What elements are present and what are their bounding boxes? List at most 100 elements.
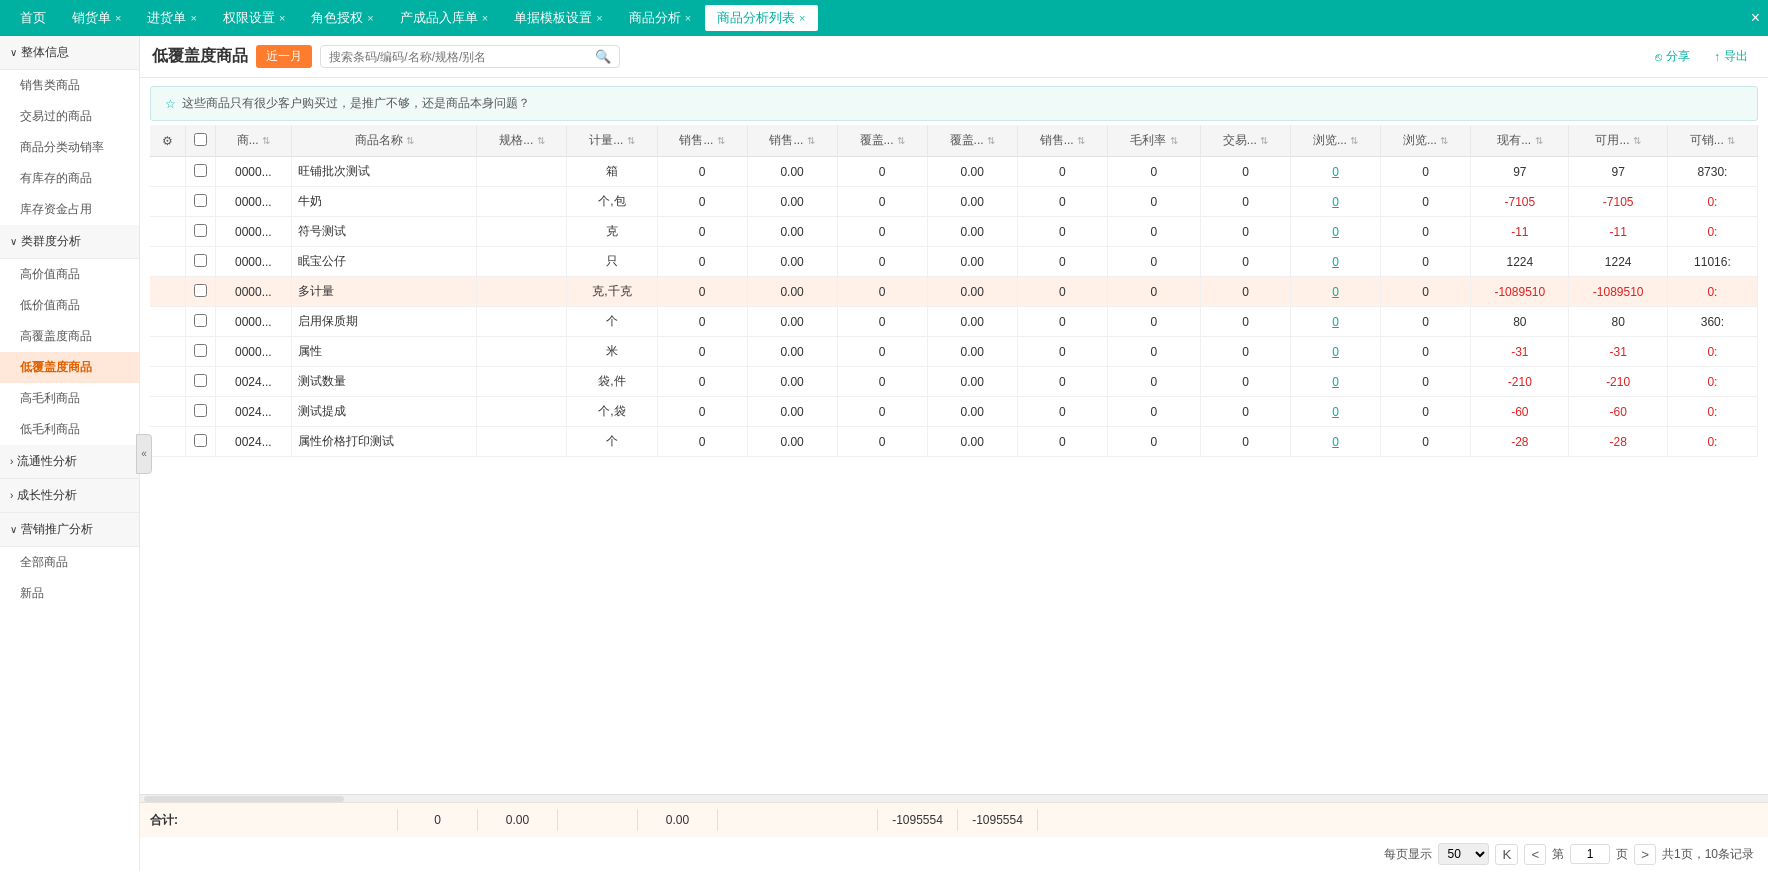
row-browse1[interactable]: 0 — [1291, 367, 1381, 397]
nav-close-sales[interactable]: × — [115, 12, 121, 24]
nav-close-product-storage[interactable]: × — [482, 12, 488, 24]
col-browse1[interactable]: 浏览... ⇅ — [1291, 125, 1381, 157]
row-browse1[interactable]: 0 — [1291, 427, 1381, 457]
row-checkbox[interactable] — [185, 217, 215, 247]
row-check-5[interactable] — [194, 314, 207, 327]
col-browse2[interactable]: 浏览... ⇅ — [1381, 125, 1471, 157]
row-checkbox[interactable] — [185, 427, 215, 457]
row-check-8[interactable] — [194, 404, 207, 417]
row-checkbox[interactable] — [185, 307, 215, 337]
period-button[interactable]: 近一月 — [256, 45, 312, 68]
row-browse1[interactable]: 0 — [1291, 247, 1381, 277]
sidebar-item-in-stock[interactable]: 有库存的商品 — [0, 163, 139, 194]
col-cover1[interactable]: 覆盖... ⇅ — [837, 125, 927, 157]
sidebar-item-sales-products[interactable]: 销售类商品 — [0, 70, 139, 101]
nav-close-analysis[interactable]: × — [685, 12, 691, 24]
col-gross-margin[interactable]: 毛利率 ⇅ — [1107, 125, 1200, 157]
table-container[interactable]: ⚙ 商... ⇅ 商品名称 ⇅ 规格... ⇅ 计量... ⇅ 销售... ⇅ … — [140, 125, 1768, 794]
sidebar-item-low-value[interactable]: 低价值商品 — [0, 290, 139, 321]
nav-sales-order[interactable]: 销货单 × — [60, 5, 133, 31]
row-check-9[interactable] — [194, 434, 207, 447]
row-browse1[interactable]: 0 — [1291, 217, 1381, 247]
sidebar-item-new-products[interactable]: 新品 — [0, 578, 139, 609]
prev-page-button[interactable]: < — [1524, 844, 1546, 865]
row-browse1[interactable]: 0 — [1291, 337, 1381, 367]
col-available[interactable]: 可用... ⇅ — [1569, 125, 1667, 157]
row-check-7[interactable] — [194, 374, 207, 387]
horizontal-scrollbar[interactable] — [140, 794, 1768, 802]
page-number-input[interactable] — [1570, 844, 1610, 864]
row-browse1[interactable]: 0 — [1291, 277, 1381, 307]
nav-purchase-order[interactable]: 进货单 × — [135, 5, 208, 31]
sidebar-item-category-rate[interactable]: 商品分类动销率 — [0, 132, 139, 163]
sidebar-section-liquidity[interactable]: › 流通性分析 — [0, 445, 139, 479]
row-check-0[interactable] — [194, 164, 207, 177]
col-sales-amt[interactable]: 销售... ⇅ — [747, 125, 837, 157]
per-page-select[interactable]: 50 100 200 — [1438, 843, 1489, 865]
col-checkbox[interactable] — [185, 125, 215, 157]
sidebar-section-marketing[interactable]: ∨ 营销推广分析 — [0, 513, 139, 547]
row-check-2[interactable] — [194, 224, 207, 237]
nav-product-storage[interactable]: 产成品入库单 × — [388, 5, 500, 31]
col-transaction[interactable]: 交易... ⇅ — [1200, 125, 1290, 157]
sidebar-item-capital[interactable]: 库存资金占用 — [0, 194, 139, 225]
nav-product-analysis[interactable]: 商品分析 × — [617, 5, 703, 31]
sidebar-item-high-value[interactable]: 高价值商品 — [0, 259, 139, 290]
sidebar-section-cluster[interactable]: ∨ 类群度分析 — [0, 225, 139, 259]
sidebar-item-low-margin[interactable]: 低毛利商品 — [0, 414, 139, 445]
scrollbar-track[interactable] — [144, 796, 344, 802]
export-button[interactable]: ↑ 导出 — [1706, 44, 1756, 69]
nav-close-purchase[interactable]: × — [190, 12, 196, 24]
sidebar-item-high-coverage[interactable]: 高覆盖度商品 — [0, 321, 139, 352]
sidebar-item-traded-products[interactable]: 交易过的商品 — [0, 101, 139, 132]
select-all-checkbox[interactable] — [194, 133, 207, 146]
nav-role-auth[interactable]: 角色授权 × — [299, 5, 385, 31]
sidebar-item-all-products[interactable]: 全部商品 — [0, 547, 139, 578]
row-browse1[interactable]: 0 — [1291, 397, 1381, 427]
first-page-button[interactable]: K — [1495, 844, 1518, 865]
row-checkbox[interactable] — [185, 397, 215, 427]
row-checkbox[interactable] — [185, 337, 215, 367]
col-unit[interactable]: 计量... ⇅ — [567, 125, 657, 157]
row-checkbox[interactable] — [185, 157, 215, 187]
share-button[interactable]: ⎋ 分享 — [1647, 44, 1698, 69]
col-code[interactable]: 商... ⇅ — [215, 125, 292, 157]
row-checkbox[interactable] — [185, 277, 215, 307]
col-spec[interactable]: 规格... ⇅ — [477, 125, 567, 157]
col-current-stock[interactable]: 现有... ⇅ — [1471, 125, 1569, 157]
row-browse1[interactable]: 0 — [1291, 157, 1381, 187]
nav-close-analysis-list[interactable]: × — [799, 12, 805, 24]
sidebar-section-overall[interactable]: ∨ 整体信息 — [0, 36, 139, 70]
row-browse1[interactable]: 0 — [1291, 187, 1381, 217]
row-checkbox[interactable] — [185, 247, 215, 277]
row-check-6[interactable] — [194, 344, 207, 357]
nav-permission[interactable]: 权限设置 × — [211, 5, 297, 31]
row-check-3[interactable] — [194, 254, 207, 267]
row-checkbox[interactable] — [185, 187, 215, 217]
row-check-1[interactable] — [194, 194, 207, 207]
nav-product-analysis-list[interactable]: 商品分析列表 × — [705, 5, 817, 31]
nav-close-role[interactable]: × — [367, 12, 373, 24]
nav-home[interactable]: 首页 — [8, 5, 58, 31]
sidebar-item-low-coverage[interactable]: 低覆盖度商品 — [0, 352, 139, 383]
search-input[interactable] — [329, 50, 591, 64]
col-sales-qty[interactable]: 销售... ⇅ — [657, 125, 747, 157]
nav-close-permission[interactable]: × — [279, 12, 285, 24]
nav-close-template[interactable]: × — [596, 12, 602, 24]
sidebar-section-growth[interactable]: › 成长性分析 — [0, 479, 139, 513]
col-saleable[interactable]: 可销... ⇅ — [1667, 125, 1757, 157]
col-gear[interactable]: ⚙ — [150, 125, 185, 157]
sidebar-item-high-margin[interactable]: 高毛利商品 — [0, 383, 139, 414]
next-page-button[interactable]: > — [1634, 844, 1656, 865]
sidebar-collapse-button[interactable]: « — [136, 434, 152, 474]
row-browse1[interactable]: 0 — [1291, 307, 1381, 337]
nav-template-settings[interactable]: 单据模板设置 × — [502, 5, 614, 31]
row-current-stock: -1089510 — [1471, 277, 1569, 307]
col-cover2[interactable]: 覆盖... ⇅ — [927, 125, 1017, 157]
close-all-tabs[interactable]: × — [1751, 9, 1760, 27]
col-name[interactable]: 商品名称 ⇅ — [292, 125, 477, 157]
row-check-4[interactable] — [194, 284, 207, 297]
col-sales-order[interactable]: 销售... ⇅ — [1017, 125, 1107, 157]
row-unit: 个 — [567, 427, 657, 457]
row-checkbox[interactable] — [185, 367, 215, 397]
